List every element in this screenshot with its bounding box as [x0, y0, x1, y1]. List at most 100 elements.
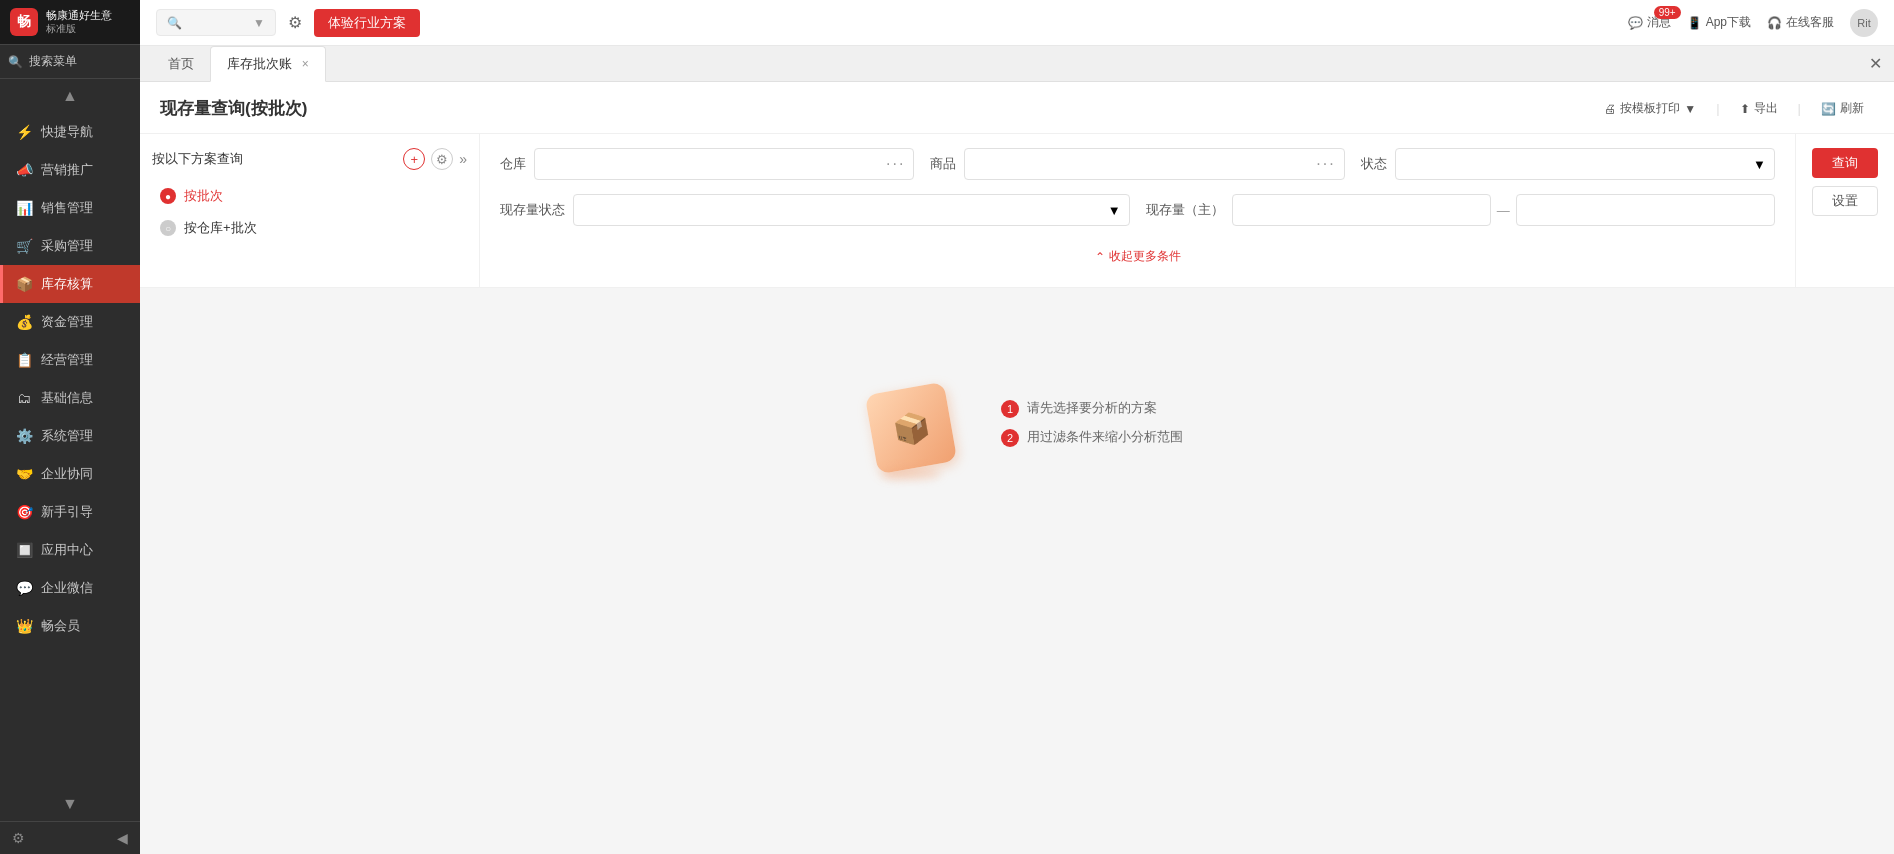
- company-name: 畅康通好生意: [46, 8, 112, 22]
- plan-label-warehouse-batch: 按仓库+批次: [184, 219, 257, 237]
- main-area: 🔍 ▼ ⚙ 体验行业方案 💬 消息 99+ 📱 App下载 🎧 在线客服: [140, 0, 1894, 854]
- button-column: 查询 设置: [1795, 134, 1894, 287]
- print-dropdown-icon: ▼: [1684, 102, 1696, 116]
- basic-label: 基础信息: [41, 389, 93, 407]
- range-separator: —: [1497, 203, 1510, 218]
- sidebar-item-quicknav[interactable]: ⚡ 快捷导航: [0, 113, 140, 151]
- sidebar-item-finance[interactable]: 💰 资金管理: [0, 303, 140, 341]
- sidebar-item-basic[interactable]: 🗂 基础信息: [0, 379, 140, 417]
- page-actions: 🖨 按模板打印 ▼ | ⬆ 导出 | 🔄 刷新: [1594, 96, 1874, 121]
- online-service-btn[interactable]: 🎧 在线客服: [1767, 14, 1834, 31]
- page-title: 现存量查询(按批次): [160, 97, 307, 120]
- wechat-label: 企业微信: [41, 579, 93, 597]
- collapse-sidebar-btn[interactable]: ◀: [117, 830, 128, 846]
- sidebar-item-wechat[interactable]: 💬 企业微信: [0, 569, 140, 607]
- member-icon: 👑: [15, 618, 33, 634]
- scroll-down-btn[interactable]: ▼: [0, 789, 140, 819]
- sidebar-footer: ⚙ ◀: [0, 821, 140, 854]
- collapse-up-icon: ⌃: [1095, 250, 1105, 264]
- download-icon: 📱: [1687, 16, 1702, 30]
- collab-icon: 🤝: [15, 466, 33, 482]
- product-dots-icon: ···: [1316, 155, 1335, 173]
- sidebar-item-sales[interactable]: 📊 销售管理: [0, 189, 140, 227]
- status-label: 状态: [1361, 155, 1387, 173]
- app-version: 标准版: [46, 22, 112, 36]
- appstore-label: 应用中心: [41, 541, 93, 559]
- print-btn[interactable]: 🖨 按模板打印 ▼: [1594, 96, 1706, 121]
- sidebar-item-collab[interactable]: 🤝 企业协同: [0, 455, 140, 493]
- qty-range-min[interactable]: [1232, 194, 1491, 226]
- operations-label: 经营管理: [41, 351, 93, 369]
- tab-panel-close-btn[interactable]: ✕: [1869, 54, 1882, 73]
- print-icon: 🖨: [1604, 102, 1616, 116]
- sidebar-header: 畅 畅康通好生意 标准版: [0, 0, 140, 45]
- appstore-icon: 🔲: [15, 542, 33, 558]
- sidebar-item-inventory[interactable]: 📦 库存核算: [0, 265, 140, 303]
- quicknav-label: 快捷导航: [41, 123, 93, 141]
- member-label: 畅会员: [41, 617, 80, 635]
- sidebar-item-member[interactable]: 👑 畅会员: [0, 607, 140, 645]
- status-chevron-icon: ▼: [1753, 157, 1766, 172]
- tab-home[interactable]: 首页: [152, 47, 210, 81]
- product-field: 商品 ···: [930, 148, 1344, 180]
- warehouse-input[interactable]: ···: [534, 148, 914, 180]
- export-btn[interactable]: ⬆ 导出: [1730, 96, 1788, 121]
- sidebar-item-purchase[interactable]: 🛒 采购管理: [0, 227, 140, 265]
- messages-btn[interactable]: 💬 消息 99+: [1628, 14, 1671, 31]
- tabs-bar: 首页 库存批次账 × ✕: [140, 46, 1894, 82]
- step-1-text: 请先选择要分析的方案: [1027, 399, 1157, 417]
- sidebar-item-appstore[interactable]: 🔲 应用中心: [0, 531, 140, 569]
- tab-close-btn[interactable]: ×: [302, 57, 309, 71]
- collapse-more-btn[interactable]: ⌃ 收起更多条件: [500, 240, 1775, 273]
- step-1-num: 1: [1001, 400, 1019, 418]
- purchase-label: 采购管理: [41, 237, 93, 255]
- topbar-dropdown-icon: ▼: [253, 16, 265, 30]
- qty-range-max[interactable]: [1516, 194, 1775, 226]
- add-plan-btn[interactable]: +: [403, 148, 425, 170]
- settings-icon[interactable]: ⚙: [12, 830, 25, 846]
- topbar-gear-icon[interactable]: ⚙: [288, 13, 302, 32]
- user-avatar-btn[interactable]: Rit: [1850, 9, 1878, 37]
- trial-industry-btn[interactable]: 体验行业方案: [314, 9, 420, 37]
- operations-icon: 📋: [15, 352, 33, 368]
- sidebar-item-operations[interactable]: 📋 经营管理: [0, 341, 140, 379]
- divider1: |: [1716, 101, 1719, 116]
- warehouse-dots-icon: ···: [886, 155, 905, 173]
- refresh-btn[interactable]: 🔄 刷新: [1811, 96, 1874, 121]
- filter-section: 按以下方案查询 + ⚙ » ● 按批次 ○: [140, 134, 1894, 288]
- sidebar-item-system[interactable]: ⚙️ 系统管理: [0, 417, 140, 455]
- sidebar: 畅 畅康通好生意 标准版 🔍 搜索菜单 ▲ ⚡ 快捷导航 📣 营销推广 📊 销售…: [0, 0, 140, 854]
- collab-label: 企业协同: [41, 465, 93, 483]
- sidebar-item-guide[interactable]: 🎯 新手引导: [0, 493, 140, 531]
- plan-item-warehouse-batch[interactable]: ○ 按仓库+批次: [152, 212, 467, 244]
- plan-dot-batch: ●: [160, 188, 176, 204]
- scroll-up-btn[interactable]: ▲: [0, 81, 140, 111]
- filter-right-panel: 仓库 ··· 商品 ··· 状态: [480, 134, 1795, 287]
- search-icon: 🔍: [8, 55, 23, 69]
- export-icon: ⬆: [1740, 102, 1750, 116]
- sales-label: 销售管理: [41, 199, 93, 217]
- warehouse-field: 仓库 ···: [500, 148, 914, 180]
- collapse-left-btn[interactable]: »: [459, 151, 467, 167]
- sidebar-item-marketing[interactable]: 📣 营销推广: [0, 151, 140, 189]
- search-menu[interactable]: 🔍 搜索菜单: [0, 45, 140, 79]
- status-select[interactable]: ▼: [1395, 148, 1775, 180]
- topbar-search-box[interactable]: 🔍 ▼: [156, 9, 276, 36]
- system-icon: ⚙️: [15, 428, 33, 444]
- settings-btn[interactable]: 设置: [1812, 186, 1878, 216]
- product-input[interactable]: ···: [964, 148, 1344, 180]
- app-logo: 畅: [10, 8, 38, 36]
- settings-plan-btn[interactable]: ⚙: [431, 148, 453, 170]
- sales-icon: 📊: [15, 200, 33, 216]
- query-btn[interactable]: 查询: [1812, 148, 1878, 178]
- topbar-left: 🔍 ▼ ⚙ 体验行业方案: [156, 9, 420, 37]
- tab-inventory-batch[interactable]: 库存批次账 ×: [210, 46, 326, 82]
- app-download-btn[interactable]: 📱 App下载: [1687, 14, 1751, 31]
- app-info: 畅康通好生意 标准版: [46, 8, 112, 36]
- product-label: 商品: [930, 155, 956, 173]
- plan-item-batch[interactable]: ● 按批次: [152, 180, 467, 212]
- page-header: 现存量查询(按批次) 🖨 按模板打印 ▼ | ⬆ 导出 | 🔄 刷新: [140, 82, 1894, 134]
- inventory-status-select[interactable]: ▼: [573, 194, 1130, 226]
- message-icon: 💬: [1628, 16, 1643, 30]
- finance-icon: 💰: [15, 314, 33, 330]
